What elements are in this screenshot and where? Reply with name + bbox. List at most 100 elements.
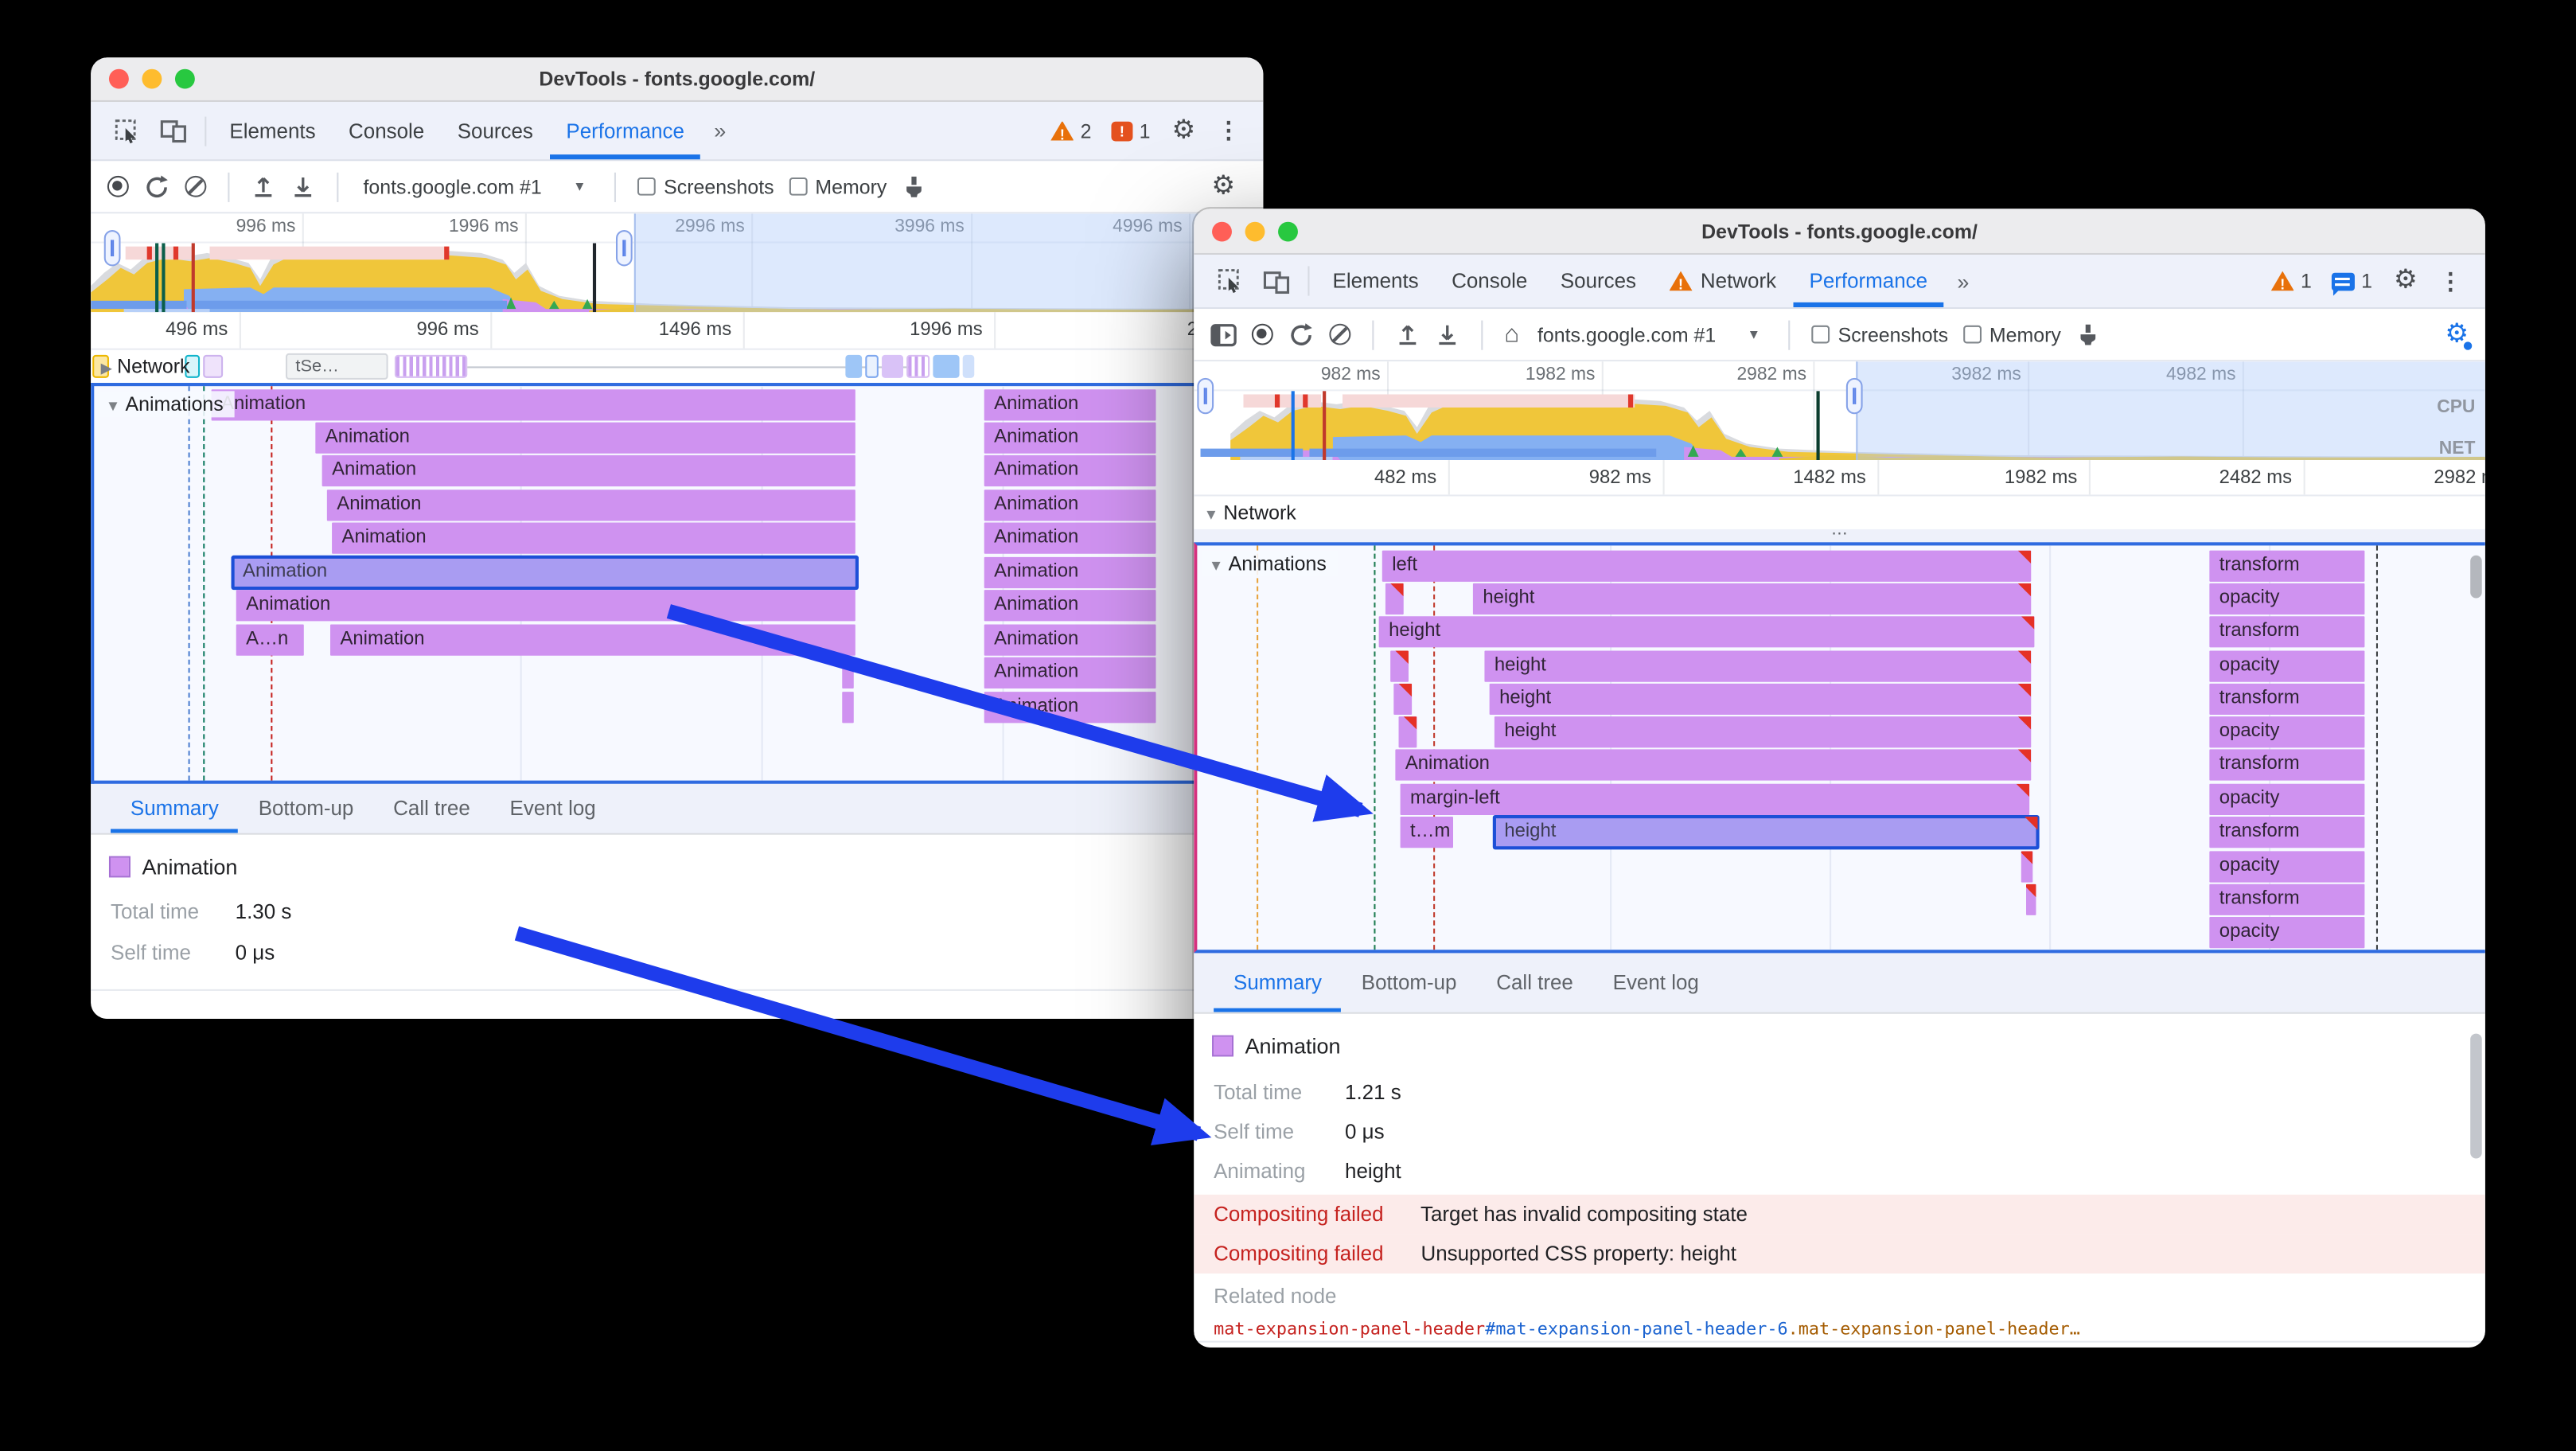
animation-bar[interactable]: height [1489,683,2032,716]
tab-summary[interactable]: Summary [111,784,239,833]
kebab-menu-icon[interactable]: ⋮ [2429,267,2472,294]
zoom-button[interactable] [174,68,195,89]
record-icon[interactable] [107,175,129,197]
animation-bar[interactable]: Animation [984,556,1156,589]
panel-settings-gear-active-icon[interactable]: ⚙ [2445,321,2473,349]
animation-bar[interactable]: t…m [1400,817,1453,848]
settings-gear-icon[interactable]: ⚙ [2383,267,2430,294]
tab-event-log[interactable]: Event log [490,784,616,833]
animation-bar[interactable]: Animation [984,454,1156,487]
profile-select[interactable]: fonts.google.com #1 [1537,323,1716,346]
animation-bar-fragment[interactable] [2021,851,2033,883]
animation-bar[interactable]: opacity [2209,583,2365,615]
animation-bar[interactable]: Animation [984,692,1156,724]
tab-performance[interactable]: Performance [1793,255,1944,307]
minimize-button[interactable] [1245,220,1265,241]
messages-badge[interactable]: 1 [2321,270,2382,295]
cpu-overview-chart[interactable] [91,213,1264,313]
animation-bar[interactable]: Animation [984,490,1156,521]
profile-select[interactable]: fonts.google.com #1 [364,175,542,198]
inspect-cursor-icon[interactable] [114,118,140,144]
issues-badge[interactable]: ! 1 [1101,119,1160,142]
tab-summary[interactable]: Summary [1214,953,1342,1012]
reload-icon[interactable] [1288,322,1315,348]
cpu-overview-chart[interactable]: CPU NET [1194,361,2485,461]
tab-elements[interactable]: Elements [1316,255,1436,307]
upload-profile-icon[interactable] [251,174,275,199]
clear-icon[interactable] [1329,323,1351,345]
selection-handle-right[interactable] [615,230,633,267]
inspect-cursor-icon[interactable] [1217,268,1243,294]
tab-sources[interactable]: Sources [1544,255,1653,307]
animation-bar-fragment[interactable] [1393,683,1413,716]
download-profile-icon[interactable] [1435,322,1459,347]
tab-call-tree[interactable]: Call tree [1476,953,1592,1012]
upload-profile-icon[interactable] [1395,322,1420,347]
animation-bar[interactable]: Animation [322,454,855,487]
animation-bar[interactable]: transform [2209,817,2365,848]
home-icon[interactable]: ⌂ [1504,322,1519,347]
reload-icon[interactable] [144,174,170,200]
animation-bar[interactable]: Animation [211,389,855,421]
selection-handle-left[interactable] [1197,377,1214,415]
animation-bar[interactable]: opacity [2209,716,2365,748]
tab-event-log[interactable]: Event log [1593,953,1719,1012]
zoom-button[interactable] [1278,220,1298,241]
panel-settings-gear-icon[interactable]: ⚙ [1200,173,1247,200]
splitter-handle[interactable]: ⋯ [1194,527,2485,543]
memory-checkbox[interactable]: Memory [789,175,887,198]
titlebar[interactable]: DevTools - fonts.google.com/ [1194,209,2485,255]
traffic-lights[interactable] [108,57,195,100]
animation-bar[interactable]: height [1378,616,2035,648]
animation-bar[interactable]: Animation [984,389,1156,421]
animation-bar[interactable]: Animation [326,490,855,521]
network-track-label[interactable]: ▼ Network [1204,496,1296,529]
tab-network[interactable]: ! Network [1653,255,1793,307]
animations-flamechart[interactable]: Animation Animation Animation Animation … [91,383,1264,784]
chevron-down-icon[interactable]: ▼ [1748,327,1760,342]
tab-bottom-up[interactable]: Bottom-up [1342,953,1476,1012]
titlebar[interactable]: DevTools - fonts.google.com/ [91,57,1264,102]
timeline-overview[interactable]: 996 ms 1996 ms 2996 ms 3996 ms 4996 ms [91,213,1264,313]
more-tabs-icon[interactable]: » [701,119,739,143]
animation-bar[interactable]: Animation [236,590,855,622]
animation-bar[interactable]: Animation [984,422,1156,454]
device-toolbar-icon[interactable] [160,119,188,143]
animation-bar[interactable]: Animation [1395,749,2032,781]
network-track[interactable]: ▼ Network [1194,496,2485,529]
animation-bar-fragment[interactable] [1398,716,1417,748]
animation-bar[interactable]: opacity [2209,851,2365,883]
chevron-down-icon[interactable]: ▼ [573,179,586,194]
animation-bar-selected[interactable]: height [1492,814,2040,850]
animation-bar-selected[interactable]: Animation [231,555,859,591]
tab-console[interactable]: Console [332,102,441,159]
animation-bar[interactable]: height [1494,716,2032,748]
animation-bar-fragment[interactable] [1390,650,1409,682]
animation-bar[interactable]: left [1382,550,2032,582]
tab-console[interactable]: Console [1435,255,1544,307]
overview-selection[interactable] [633,213,1264,313]
summary-scrollbar-thumb[interactable] [2470,1033,2482,1159]
animation-bar[interactable]: Animation [315,422,855,454]
animation-bar[interactable]: height [1484,650,2032,682]
network-track-label[interactable]: ▶ Network [101,350,190,383]
animations-track-label[interactable]: ▼ Animations [99,391,236,418]
warnings-badge[interactable]: ! 2 [1041,119,1101,142]
tab-bottom-up[interactable]: Bottom-up [239,784,373,833]
animation-bar-fragment[interactable] [842,692,854,724]
selection-handle-right[interactable] [1845,377,1863,415]
close-button[interactable] [1212,220,1232,241]
animations-flamechart[interactable]: left height height height height height … [1194,542,2485,954]
collect-garbage-icon[interactable] [2076,322,2101,347]
tab-performance[interactable]: Performance [550,102,701,159]
animation-bar-fragment[interactable] [2026,883,2036,915]
tab-sources[interactable]: Sources [441,102,550,159]
network-request-chip[interactable]: tSe… [285,353,388,380]
flamechart-scrollbar-thumb[interactable] [2470,555,2482,599]
animation-bar[interactable]: A…n [236,624,304,656]
animation-bar[interactable]: transform [2209,616,2365,648]
animation-bar-fragment[interactable] [842,657,854,689]
memory-checkbox[interactable]: Memory [1962,323,2061,346]
animation-bar[interactable]: Animation [984,590,1156,622]
screenshots-checkbox[interactable]: Screenshots [1811,323,1948,346]
